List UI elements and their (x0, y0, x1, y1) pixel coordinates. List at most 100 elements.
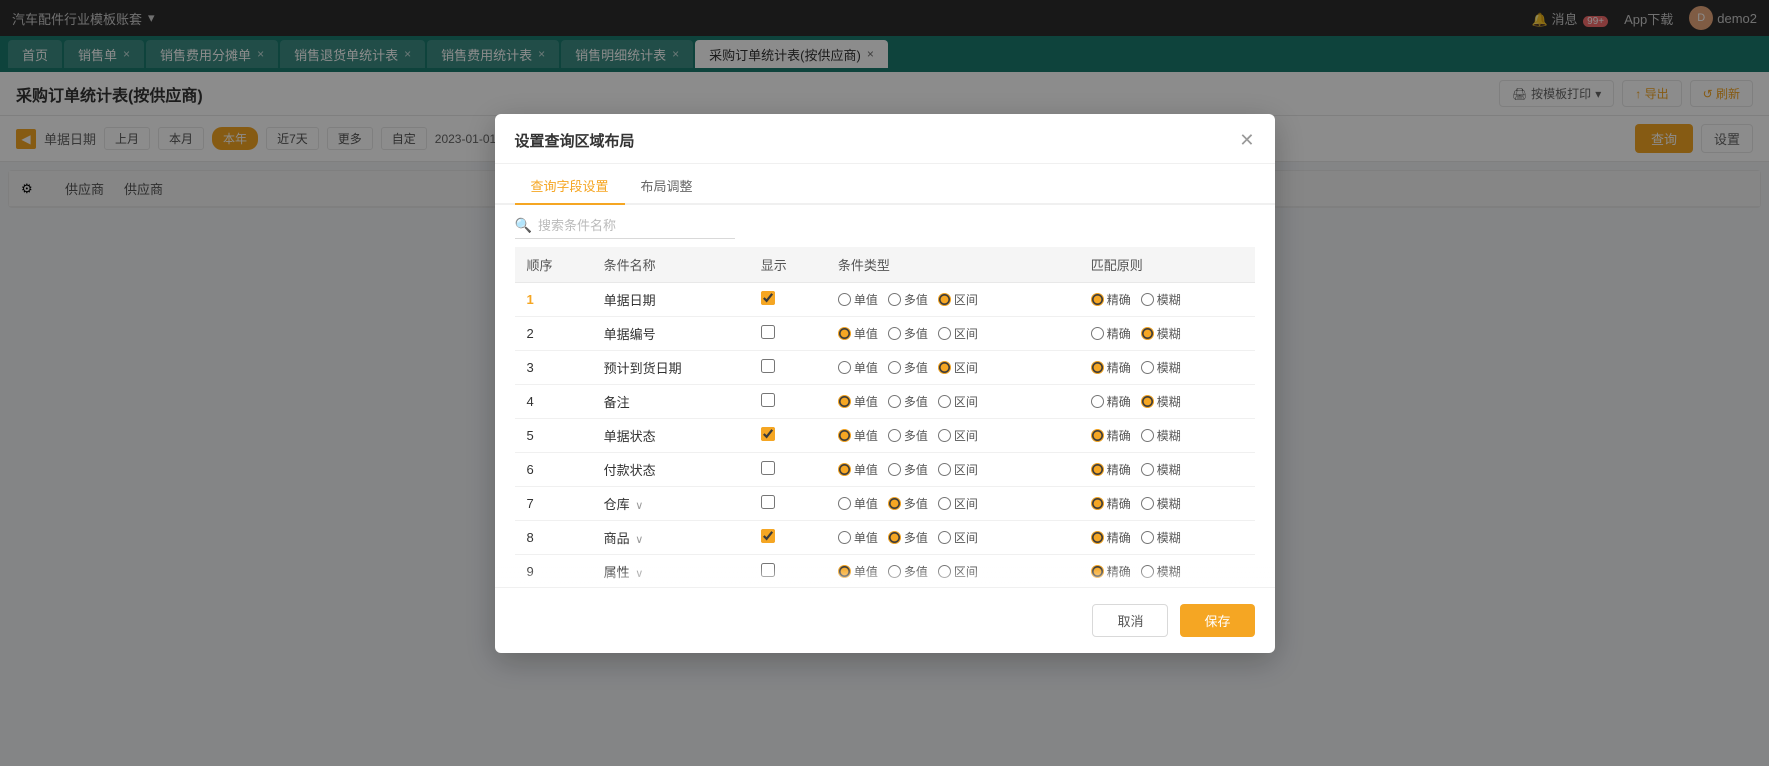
match-radio[interactable] (1141, 531, 1154, 544)
match-radio[interactable] (1091, 463, 1104, 476)
type-radio-option[interactable]: 单值 (838, 563, 878, 580)
type-radio[interactable] (938, 429, 951, 442)
type-radio-option[interactable]: 单值 (838, 393, 878, 410)
type-radio-option[interactable]: 单值 (838, 427, 878, 444)
type-radio[interactable] (938, 497, 951, 510)
expand-icon[interactable]: ∨ (635, 568, 643, 580)
match-radio-option[interactable]: 模糊 (1141, 495, 1181, 512)
display-checkbox[interactable] (761, 291, 775, 305)
match-radio[interactable] (1141, 293, 1154, 306)
match-radio-option[interactable]: 精确 (1091, 325, 1131, 342)
match-radio-option[interactable]: 精确 (1091, 427, 1131, 444)
match-radio-option[interactable]: 模糊 (1141, 291, 1181, 308)
type-radio-option[interactable]: 区间 (938, 427, 978, 444)
dialog-close-button[interactable]: ✕ (1239, 130, 1254, 151)
type-radio-option[interactable]: 单值 (838, 461, 878, 478)
type-radio[interactable] (888, 395, 901, 408)
type-radio-option[interactable]: 区间 (938, 325, 978, 342)
match-radio[interactable] (1091, 497, 1104, 510)
type-radio-option[interactable]: 多值 (888, 427, 928, 444)
match-radio[interactable] (1091, 361, 1104, 374)
match-radio-option[interactable]: 模糊 (1141, 325, 1181, 342)
type-radio[interactable] (938, 565, 951, 578)
match-radio[interactable] (1141, 463, 1154, 476)
display-checkbox[interactable] (761, 529, 775, 543)
match-radio[interactable] (1141, 361, 1154, 374)
type-radio-option[interactable]: 区间 (938, 291, 978, 308)
type-radio-option[interactable]: 区间 (938, 529, 978, 546)
type-radio[interactable] (938, 293, 951, 306)
type-radio-option[interactable]: 区间 (938, 563, 978, 580)
type-radio[interactable] (888, 565, 901, 578)
match-radio-option[interactable]: 精确 (1091, 393, 1131, 410)
type-radio[interactable] (838, 565, 851, 578)
match-radio[interactable] (1141, 327, 1154, 340)
type-radio[interactable] (888, 429, 901, 442)
type-radio[interactable] (888, 327, 901, 340)
display-checkbox[interactable] (761, 325, 775, 339)
conditions-table-scroll[interactable]: 顺序 条件名称 显示 条件类型 匹配原则 1单据日期单值多值区间精确模糊2单据编… (495, 247, 1275, 587)
type-radio-option[interactable]: 多值 (888, 291, 928, 308)
type-radio[interactable] (938, 463, 951, 476)
match-radio[interactable] (1141, 429, 1154, 442)
match-radio[interactable] (1141, 565, 1154, 578)
type-radio[interactable] (888, 361, 901, 374)
match-radio[interactable] (1091, 429, 1104, 442)
display-checkbox[interactable] (761, 427, 775, 441)
cancel-button[interactable]: 取消 (1092, 604, 1168, 637)
type-radio[interactable] (938, 395, 951, 408)
match-radio-option[interactable]: 模糊 (1141, 461, 1181, 478)
type-radio-option[interactable]: 区间 (938, 359, 978, 376)
type-radio[interactable] (838, 361, 851, 374)
display-checkbox[interactable] (761, 563, 775, 577)
type-radio[interactable] (838, 395, 851, 408)
type-radio-option[interactable]: 多值 (888, 563, 928, 580)
tab-query-fields[interactable]: 查询字段设置 (515, 168, 625, 205)
type-radio[interactable] (838, 429, 851, 442)
match-radio-option[interactable]: 精确 (1091, 529, 1131, 546)
type-radio-option[interactable]: 多值 (888, 325, 928, 342)
type-radio-option[interactable]: 单值 (838, 529, 878, 546)
type-radio[interactable] (938, 327, 951, 340)
match-radio[interactable] (1141, 395, 1154, 408)
display-checkbox[interactable] (761, 461, 775, 475)
match-radio[interactable] (1091, 395, 1104, 408)
match-radio[interactable] (1141, 497, 1154, 510)
display-checkbox[interactable] (761, 495, 775, 509)
type-radio-option[interactable]: 多值 (888, 359, 928, 376)
type-radio[interactable] (838, 531, 851, 544)
type-radio[interactable] (838, 327, 851, 340)
type-radio-option[interactable]: 多值 (888, 461, 928, 478)
type-radio-option[interactable]: 单值 (838, 291, 878, 308)
match-radio-option[interactable]: 精确 (1091, 495, 1131, 512)
match-radio-option[interactable]: 模糊 (1141, 359, 1181, 376)
type-radio[interactable] (888, 531, 901, 544)
save-button[interactable]: 保存 (1180, 604, 1254, 637)
type-radio-option[interactable]: 区间 (938, 495, 978, 512)
match-radio-option[interactable]: 精确 (1091, 291, 1131, 308)
match-radio[interactable] (1091, 565, 1104, 578)
type-radio[interactable] (838, 293, 851, 306)
match-radio-option[interactable]: 模糊 (1141, 529, 1181, 546)
type-radio-option[interactable]: 单值 (838, 359, 878, 376)
search-input[interactable] (538, 218, 718, 233)
match-radio[interactable] (1091, 531, 1104, 544)
display-checkbox[interactable] (761, 393, 775, 407)
type-radio[interactable] (838, 497, 851, 510)
match-radio-option[interactable]: 模糊 (1141, 427, 1181, 444)
type-radio-option[interactable]: 多值 (888, 495, 928, 512)
display-checkbox[interactable] (761, 359, 775, 373)
match-radio-option[interactable]: 精确 (1091, 563, 1131, 580)
type-radio[interactable] (888, 497, 901, 510)
type-radio-option[interactable]: 多值 (888, 393, 928, 410)
type-radio-option[interactable]: 区间 (938, 461, 978, 478)
match-radio-option[interactable]: 精确 (1091, 461, 1131, 478)
match-radio[interactable] (1091, 327, 1104, 340)
expand-icon[interactable]: ∨ (635, 534, 643, 546)
type-radio[interactable] (888, 463, 901, 476)
match-radio-option[interactable]: 模糊 (1141, 563, 1181, 580)
expand-icon[interactable]: ∨ (635, 500, 643, 512)
match-radio-option[interactable]: 模糊 (1141, 393, 1181, 410)
match-radio-option[interactable]: 精确 (1091, 359, 1131, 376)
type-radio[interactable] (938, 531, 951, 544)
